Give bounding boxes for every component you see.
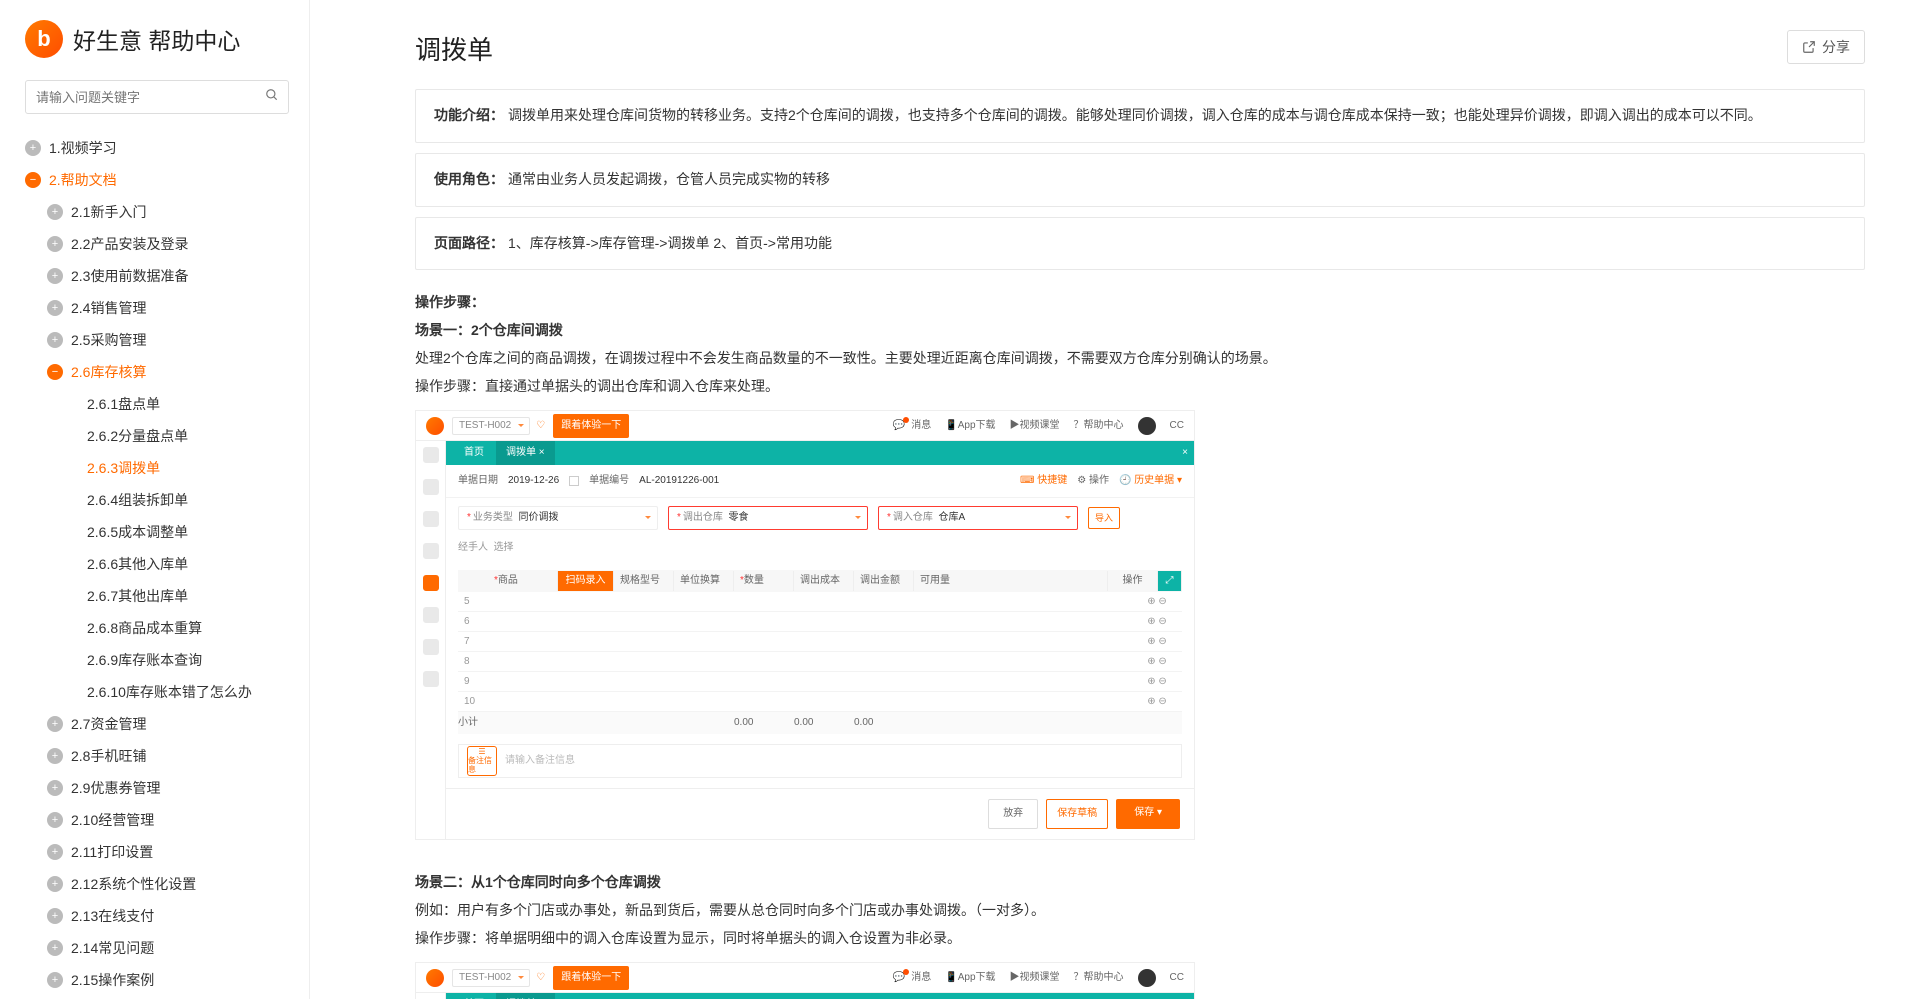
shot-app: 📱App下载 <box>945 416 995 436</box>
shot-user: CC <box>1170 416 1184 436</box>
shot-in-field: *调入仓库 仓库A <box>878 506 1078 530</box>
nav-2-13[interactable]: +2.13在线支付 <box>25 900 289 932</box>
shot-biz-field: *业务类型 同价调拨 <box>458 506 658 530</box>
nav-2-9[interactable]: +2.9优惠券管理 <box>25 772 289 804</box>
nav-2-7[interactable]: +2.7资金管理 <box>25 708 289 740</box>
shot-note-icon: ☰备注信息 <box>467 746 497 776</box>
shot-logo-icon <box>426 417 444 435</box>
nav-2-4[interactable]: +2.4销售管理 <box>25 292 289 324</box>
nav-2-6-9[interactable]: 2.6.9库存账本查询 <box>25 644 289 676</box>
nav-2-12[interactable]: +2.12系统个性化设置 <box>25 868 289 900</box>
nav-2-3[interactable]: +2.3使用前数据准备 <box>25 260 289 292</box>
shot-tab-doc: 调拨单 × <box>496 441 555 465</box>
screenshot-1: TEST-H002 ♡ 跟着体验一下 💬消息 📱App下载 ▶视频课堂 ？帮助中… <box>415 410 1195 840</box>
nav-tree: +1.视频学习 −2.帮助文档 +2.1新手入门 +2.2产品安装及登录 +2.… <box>25 132 289 996</box>
nav-video-learning[interactable]: +1.视频学习 <box>25 132 289 164</box>
brand: b 好生意 帮助中心 <box>25 20 289 58</box>
nav-2-6-3[interactable]: 2.6.3调拨单 <box>25 452 289 484</box>
path-label: 页面路径： <box>434 235 504 251</box>
nav-help-docs[interactable]: −2.帮助文档 <box>25 164 289 196</box>
shot-draft-button: 保存草稿 <box>1046 799 1108 829</box>
shot-video: ▶视频课堂 <box>1010 416 1060 436</box>
scenario2-text2: 操作步骤：将单据明细中的调入仓库设置为显示，同时将单据头的调入仓设置为非必录。 <box>415 924 1865 952</box>
nav-2-2[interactable]: +2.2产品安装及登录 <box>25 228 289 260</box>
shot2-logo-icon <box>426 969 444 987</box>
screenshot-2: TEST-H002 ♡ 跟着体验一下 💬消息 📱App下载 ▶视频课堂 ？帮助中… <box>415 962 1195 999</box>
scenario2-title: 场景二：从1个仓库同时向多个仓库调拨 <box>415 868 1865 896</box>
scenario1-text1: 处理2个仓库之间的商品调拨，在调拨过程中不会发生商品数量的不一致性。主要处理近距… <box>415 344 1865 372</box>
role-box: 使用角色：通常由业务人员发起调拨，仓管人员完成实物的转移 <box>415 153 1865 207</box>
shot-tab-home: 首页 <box>454 441 494 465</box>
brand-logo-icon: b <box>25 20 63 58</box>
shot-import-button: 导入 <box>1088 507 1120 529</box>
shot-discard-button: 放弃 <box>988 799 1038 829</box>
path-text: 1、库存核算->库存管理->调拨单 2、首页->常用功能 <box>508 235 832 251</box>
nav-2-10[interactable]: +2.10经营管理 <box>25 804 289 836</box>
nav-2-8[interactable]: +2.8手机旺铺 <box>25 740 289 772</box>
role-label: 使用角色： <box>434 171 504 187</box>
role-text: 通常由业务人员发起调拨，仓管人员完成实物的转移 <box>508 171 830 187</box>
shot-msg: 💬消息 <box>893 416 931 436</box>
nav-2-6-2[interactable]: 2.6.2分量盘点单 <box>25 420 289 452</box>
page-title: 调拨单 <box>415 30 493 67</box>
nav-2-5[interactable]: +2.5采购管理 <box>25 324 289 356</box>
shot-try-button: 跟着体验一下 <box>553 414 629 438</box>
search-input[interactable] <box>25 80 289 114</box>
search-icon[interactable] <box>265 88 279 106</box>
shot-site-select: TEST-H002 <box>452 417 530 435</box>
sidebar: b 好生意 帮助中心 +1.视频学习 −2.帮助文档 +2.1新手入门 +2.2… <box>0 0 310 999</box>
share-label: 分享 <box>1822 37 1850 57</box>
share-icon <box>1802 40 1816 54</box>
shot-tab-close: × <box>1182 443 1188 463</box>
path-box: 页面路径：1、库存核算->库存管理->调拨单 2、首页->常用功能 <box>415 217 1865 271</box>
scenario1-text2: 操作步骤：直接通过单据头的调出仓库和调入仓库来处理。 <box>415 372 1865 400</box>
scenario1-title: 场景一：2个仓库间调拨 <box>415 316 1865 344</box>
shot-out-field: *调出仓库 零食 <box>668 506 868 530</box>
shot-sidenav <box>416 441 446 839</box>
main-content: 调拨单 分享 功能介绍：调拨单用来处理仓库间货物的转移业务。支持2个仓库间的调拨… <box>310 0 1920 999</box>
nav-2-1[interactable]: +2.1新手入门 <box>25 196 289 228</box>
intro-label: 功能介绍： <box>434 107 504 123</box>
nav-2-6-7[interactable]: 2.6.7其他出库单 <box>25 580 289 612</box>
nav-2-6-5[interactable]: 2.6.5成本调整单 <box>25 516 289 548</box>
nav-2-6-1[interactable]: 2.6.1盘点单 <box>25 388 289 420</box>
nav-2-11[interactable]: +2.11打印设置 <box>25 836 289 868</box>
share-button[interactable]: 分享 <box>1787 30 1865 64</box>
brand-title: 好生意 帮助中心 <box>73 22 240 56</box>
nav-2-6-8[interactable]: 2.6.8商品成本重算 <box>25 612 289 644</box>
nav-2-6-6[interactable]: 2.6.6其他入库单 <box>25 548 289 580</box>
intro-text: 调拨单用来处理仓库间货物的转移业务。支持2个仓库间的调拨，也支持多个仓库间的调拨… <box>508 107 1762 123</box>
search-box <box>25 80 289 114</box>
nav-2-15[interactable]: +2.15操作案例 <box>25 964 289 996</box>
intro-box: 功能介绍：调拨单用来处理仓库间货物的转移业务。支持2个仓库间的调拨，也支持多个仓… <box>415 89 1865 143</box>
scenario2-text1: 例如：用户有多个门店或办事处，新品到货后，需要从总仓同时向多个门店或办事处调拨。… <box>415 896 1865 924</box>
nav-2-6-10[interactable]: 2.6.10库存账本错了怎么办 <box>25 676 289 708</box>
shot-save-button: 保存 ▾ <box>1116 799 1180 829</box>
shot-help: ？帮助中心 <box>1074 416 1124 436</box>
steps-label: 操作步骤： <box>415 288 1865 316</box>
nav-2-6-4[interactable]: 2.6.4组装拆卸单 <box>25 484 289 516</box>
shot-avatar-icon <box>1138 417 1156 435</box>
nav-2-14[interactable]: +2.14常见问题 <box>25 932 289 964</box>
nav-2-6[interactable]: −2.6库存核算 <box>25 356 289 388</box>
